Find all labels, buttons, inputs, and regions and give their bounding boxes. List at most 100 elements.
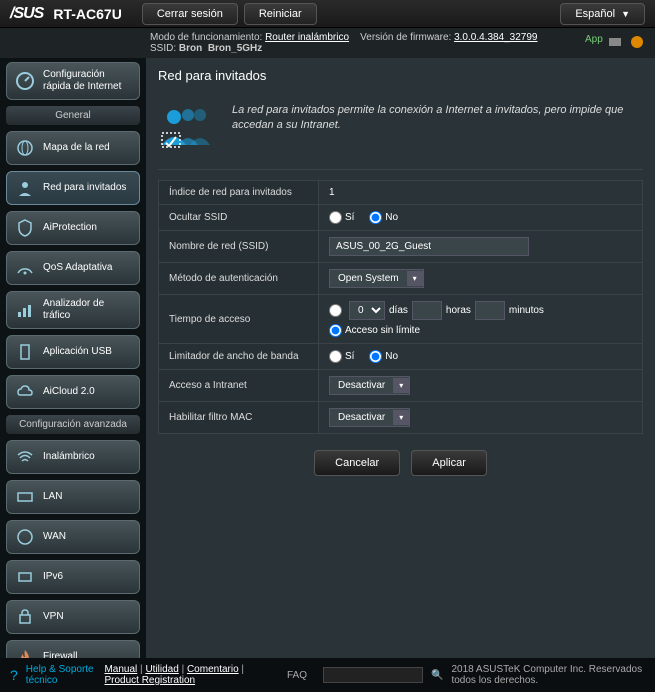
sidebar-item-label: Configuración rápida de Internet [43,69,131,93]
intro-text: La red para invitados permite la conexió… [232,103,643,153]
sidebar-item-label: QoS Adaptativa [43,262,113,274]
fw-label: Versión de firmware: [360,32,451,43]
fw-link[interactable]: 3.0.0.4.384_32799 [454,32,537,43]
time-unlimited-radio[interactable] [329,324,342,337]
chevron-down-icon: ▾ [393,410,409,425]
footer-feedback[interactable]: Comentario [187,664,239,675]
usb-icon [15,342,35,362]
mac-select[interactable]: Desactivar ▾ [329,408,410,427]
row-auth-label: Método de autenticación [159,263,319,295]
minutes-input[interactable] [475,301,505,320]
wifi-icon [15,447,35,467]
status-icon[interactable] [629,34,645,48]
help-label: Help & Soporte técnico [26,664,97,686]
bw-no[interactable] [369,350,382,363]
sidebar-item-guest-network[interactable]: Red para invitados [6,171,140,205]
intranet-select[interactable]: Desactivar ▾ [329,376,410,395]
bw-yes[interactable] [329,350,342,363]
hide-ssid-yes[interactable] [329,211,342,224]
fire-icon [15,647,35,658]
unlimited-label: Acceso sin límite [345,325,420,336]
copyright: 2018 ASUSTeK Computer Inc. Reservados to… [451,664,645,686]
sidebar: Configuración rápida de Internet General… [0,58,146,658]
model-name: RT-AC67U [53,6,141,22]
ipv6-icon [15,567,35,587]
sidebar-item-label: IPv6 [43,571,63,583]
sidebar-item-network-map[interactable]: Mapa de la red [6,131,140,165]
chevron-down-icon: ▾ [407,271,423,286]
sidebar-quick-setup[interactable]: Configuración rápida de Internet [6,62,140,100]
sidebar-item-aiprotection[interactable]: AiProtection [6,211,140,245]
sidebar-item-label: Firewall [43,651,77,658]
sidebar-item-label: Red para invitados [43,182,126,194]
intranet-value: Desactivar [330,377,393,394]
sidebar-item-wan[interactable]: WAN [6,520,140,554]
row-index-value: 1 [319,181,643,205]
mac-value: Desactivar [330,409,393,426]
sidebar-item-aicloud[interactable]: AiCloud 2.0 [6,375,140,409]
row-ssid-label: Nombre de red (SSID) [159,231,319,263]
cancel-button[interactable]: Cancelar [314,450,400,476]
no-label: No [385,212,398,223]
mode-link[interactable]: Router inalámbrico [265,32,349,43]
sidebar-item-ipv6[interactable]: IPv6 [6,560,140,594]
app-badge[interactable]: App [585,34,601,48]
vpn-icon [15,607,35,627]
faq-search[interactable] [323,667,423,683]
sidebar-item-label: VPN [43,611,64,623]
sidebar-item-firewall[interactable]: Firewall [6,640,140,658]
row-hide-label: Ocultar SSID [159,205,319,231]
logout-button[interactable]: Cerrar sesión [142,3,238,25]
hours-input[interactable] [412,301,442,320]
sidebar-item-lan[interactable]: LAN [6,480,140,514]
ssid-label: SSID: [150,43,176,54]
faq-label: FAQ [287,670,307,681]
time-limited-radio[interactable] [329,304,342,317]
ssid-input[interactable] [329,237,529,256]
apply-button[interactable]: Aplicar [411,450,487,476]
sidebar-item-vpn[interactable]: VPN [6,600,140,634]
yes-label: Sí [345,351,354,362]
chart-icon [15,300,35,320]
search-icon[interactable]: 🔍 [431,670,443,681]
ssid-2: Bron_5GHz [208,43,262,54]
wan-icon [15,527,35,547]
guest-icon [15,178,35,198]
footer-utility[interactable]: Utilidad [145,664,178,675]
row-intranet-label: Acceso a Intranet [159,370,319,402]
sidebar-item-label: AiProtection [43,222,97,234]
auth-select[interactable]: Open System ▾ [329,269,424,288]
sidebar-item-qos[interactable]: QoS Adaptativa [6,251,140,285]
sidebar-header-general: General [6,106,140,125]
sidebar-header-advanced: Configuración avanzada [6,415,140,434]
row-index-label: Índice de red para invitados [159,181,319,205]
row-time-label: Tiempo de acceso [159,295,319,344]
days-select[interactable]: 0 [349,301,385,320]
days-label: días [389,305,408,316]
sidebar-item-label: LAN [43,491,62,503]
sidebar-item-label: Aplicación USB [43,346,112,358]
lan-icon [15,487,35,507]
sidebar-item-traffic[interactable]: Analizador de tráfico [6,291,140,329]
sidebar-item-label: AiCloud 2.0 [43,386,95,398]
help-icon: ? [10,667,18,683]
minutes-label: minutos [509,305,544,316]
cloud-icon [15,382,35,402]
speedometer-icon [15,258,35,278]
reboot-button[interactable]: Reiniciar [244,3,317,25]
sidebar-item-wireless[interactable]: Inalámbrico [6,440,140,474]
mode-label: Modo de funcionamiento: [150,32,262,43]
hide-ssid-no[interactable] [369,211,382,224]
sidebar-item-usb[interactable]: Aplicación USB [6,335,140,369]
footer-manual[interactable]: Manual [104,664,137,675]
auth-value: Open System [330,270,407,287]
ssid-1: Bron [179,43,202,54]
shield-icon [15,218,35,238]
footer-product[interactable]: Product Registration [104,675,195,686]
language-select[interactable]: Español ▼ [560,3,645,25]
usb-icon[interactable] [607,34,623,48]
row-bw-label: Limitador de ancho de banda [159,344,319,370]
page-title: Red para invitados [158,68,643,83]
no-label: No [385,351,398,362]
hours-label: horas [446,305,471,316]
